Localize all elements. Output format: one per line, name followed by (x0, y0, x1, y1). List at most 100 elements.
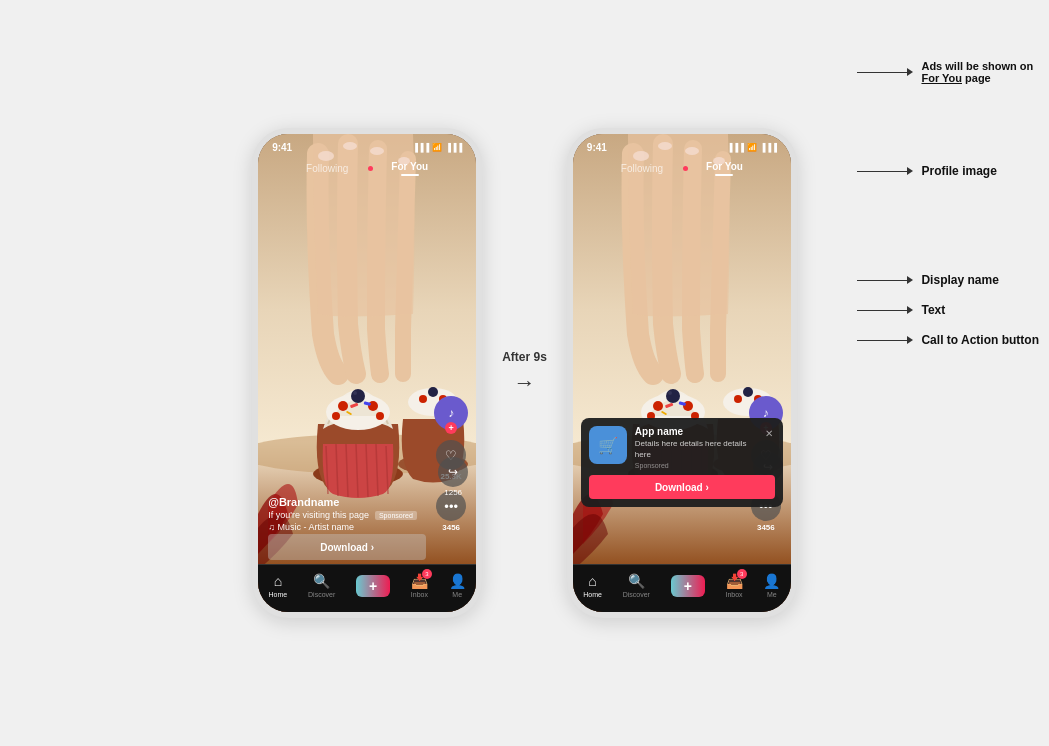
left-plus-icon: + (369, 578, 377, 594)
left-phone-nav: Following For You (258, 156, 476, 180)
right-inbox-label: Inbox (726, 591, 743, 598)
svg-point-28 (653, 401, 663, 411)
right-time: 9:41 (587, 142, 607, 153)
left-profile-button[interactable]: ♪ (434, 396, 468, 430)
wifi-icon: 📶 (432, 143, 442, 152)
right-home-icon: ⌂ (588, 573, 596, 589)
left-nav-home[interactable]: ⌂ Home (269, 573, 288, 598)
svg-point-5 (353, 391, 357, 395)
profile-annotation-text: Profile image (921, 164, 996, 178)
left-time: 9:41 (272, 142, 292, 153)
battery-icon: ▐▐▐ (445, 143, 462, 152)
right-battery-icon: ▐▐▐ (760, 143, 777, 152)
right-phone: 9:41 ▐▐▐ 📶 ▐▐▐ Following For You ♪ (567, 128, 797, 618)
left-home-label: Home (269, 591, 288, 598)
left-discover-label: Discover (308, 591, 335, 598)
right-nav-me[interactable]: 👤 Me (763, 573, 780, 598)
left-comment-count: 3456 (442, 523, 460, 532)
right-inbox-icon: 📥 (726, 573, 743, 589)
right-wifi-icon: 📶 (747, 143, 757, 152)
app-store-icon: 🛒 (598, 436, 618, 455)
left-sponsored-badge: Sponsored (375, 511, 417, 520)
discover-icon: 🔍 (313, 573, 330, 589)
cta-text: Call to Action button (921, 333, 1039, 347)
svg-point-27 (668, 391, 672, 395)
left-desc-row: If you're visiting this page Sponsored (268, 510, 426, 520)
right-phone-nav: Following For You (573, 156, 791, 180)
home-icon: ⌂ (274, 573, 282, 589)
left-share-count: 1256 (444, 488, 462, 497)
popup-details-text: Details here details here details here (635, 439, 755, 460)
left-music-row: ♫ Music - Artist name (268, 522, 426, 532)
popup-sponsored: Sponsored (635, 462, 755, 469)
right-plus-icon: + (684, 578, 692, 594)
svg-point-20 (419, 395, 427, 403)
left-nav-discover[interactable]: 🔍 Discover (308, 573, 335, 598)
annotations-container: Ads will be shown on For You page Profil… (857, 60, 1039, 347)
foryou-annotation-text: Ads will be shown on For You page (921, 60, 1033, 84)
right-nav-dot (683, 166, 688, 171)
right-nav-create[interactable]: + (671, 575, 705, 597)
right-nav-discover[interactable]: 🔍 Discover (623, 573, 650, 598)
left-nav-create[interactable]: + (356, 575, 390, 597)
left-music-text: ♫ Music - Artist name (268, 522, 354, 532)
popup-header: 🛒 App name Details here details here det… (589, 426, 775, 469)
foryou-note-line1: Ads will be shown on (921, 60, 1033, 72)
right-nav-home[interactable]: ⌂ Home (583, 573, 602, 598)
left-bottom-info: @Brandname If you're visiting this page … (268, 496, 426, 532)
right-following-tab[interactable]: Following (621, 163, 663, 174)
foryou-note-line2: For You page (921, 72, 1033, 84)
left-nav-inbox[interactable]: 📥 Inbox (411, 573, 428, 598)
left-description: If you're visiting this page (268, 510, 369, 520)
right-me-icon: 👤 (763, 573, 780, 589)
left-nav-dot (368, 166, 373, 171)
text-annotation: Text (857, 303, 1039, 317)
left-share-action[interactable]: ↪ 1256 (438, 457, 468, 497)
left-download-button[interactable]: Download › (268, 534, 426, 560)
right-foryou-tab[interactable]: For You (706, 161, 743, 176)
profile-annotation-arrow (857, 167, 913, 175)
text-arrow (857, 306, 913, 314)
popup-download-button[interactable]: Download › (589, 475, 775, 499)
popup-close-button[interactable]: ✕ (763, 426, 775, 441)
left-status-icons: ▐▐▐ 📶 ▐▐▐ (412, 143, 462, 152)
right-me-label: Me (767, 591, 777, 598)
displayname-annotation: Display name (857, 273, 1039, 287)
left-brand-name: @Brandname (268, 496, 426, 508)
right-signal-icon: ▐▐▐ (727, 143, 744, 152)
popup-content: App name Details here details here detai… (635, 426, 755, 469)
cta-annotation: Call to Action button (857, 333, 1039, 347)
text-annotation-label: Text (921, 303, 945, 317)
popup-app-name: App name (635, 426, 755, 437)
left-me-label: Me (452, 591, 462, 598)
svg-point-26 (666, 389, 680, 403)
right-nav-inbox[interactable]: 📥 Inbox (726, 573, 743, 598)
inbox-icon: 📥 (411, 573, 428, 589)
left-following-tab[interactable]: Following (306, 163, 348, 174)
foryou-annotation-arrow (857, 68, 913, 76)
svg-point-29 (683, 401, 693, 411)
transition-arrow: After 9s → (502, 350, 547, 396)
svg-point-4 (351, 389, 365, 403)
arrow-label: After 9s (502, 350, 547, 364)
right-home-label: Home (583, 591, 602, 598)
right-status-bar: 9:41 ▐▐▐ 📶 ▐▐▐ (573, 134, 791, 156)
right-bottom-nav: ⌂ Home 🔍 Discover + 📥 Inbox 👤 (573, 564, 791, 612)
svg-point-8 (332, 412, 340, 420)
svg-point-9 (376, 412, 384, 420)
right-plus-button[interactable]: + (671, 575, 705, 597)
left-comment-action[interactable]: ••• 3456 (436, 491, 466, 532)
tiktok-logo-icon: ♪ (448, 406, 454, 420)
foryou-link: For You (921, 72, 962, 84)
left-nav-me[interactable]: 👤 Me (449, 573, 466, 598)
left-share-icon: ↪ (438, 457, 468, 487)
left-plus-button[interactable]: + (356, 575, 390, 597)
displayname-arrow (857, 276, 913, 284)
popup-app-icon: 🛒 (589, 426, 627, 464)
profile-annotation: Profile image (857, 164, 1039, 178)
right-discover-icon: 🔍 (628, 573, 645, 589)
arrow-icon: → (514, 370, 536, 396)
left-status-bar: 9:41 ▐▐▐ 📶 ▐▐▐ (258, 134, 476, 156)
left-foryou-tab[interactable]: For You (391, 161, 428, 176)
left-phone: 9:41 ▐▐▐ 📶 ▐▐▐ Following For You ♪ (252, 128, 482, 618)
